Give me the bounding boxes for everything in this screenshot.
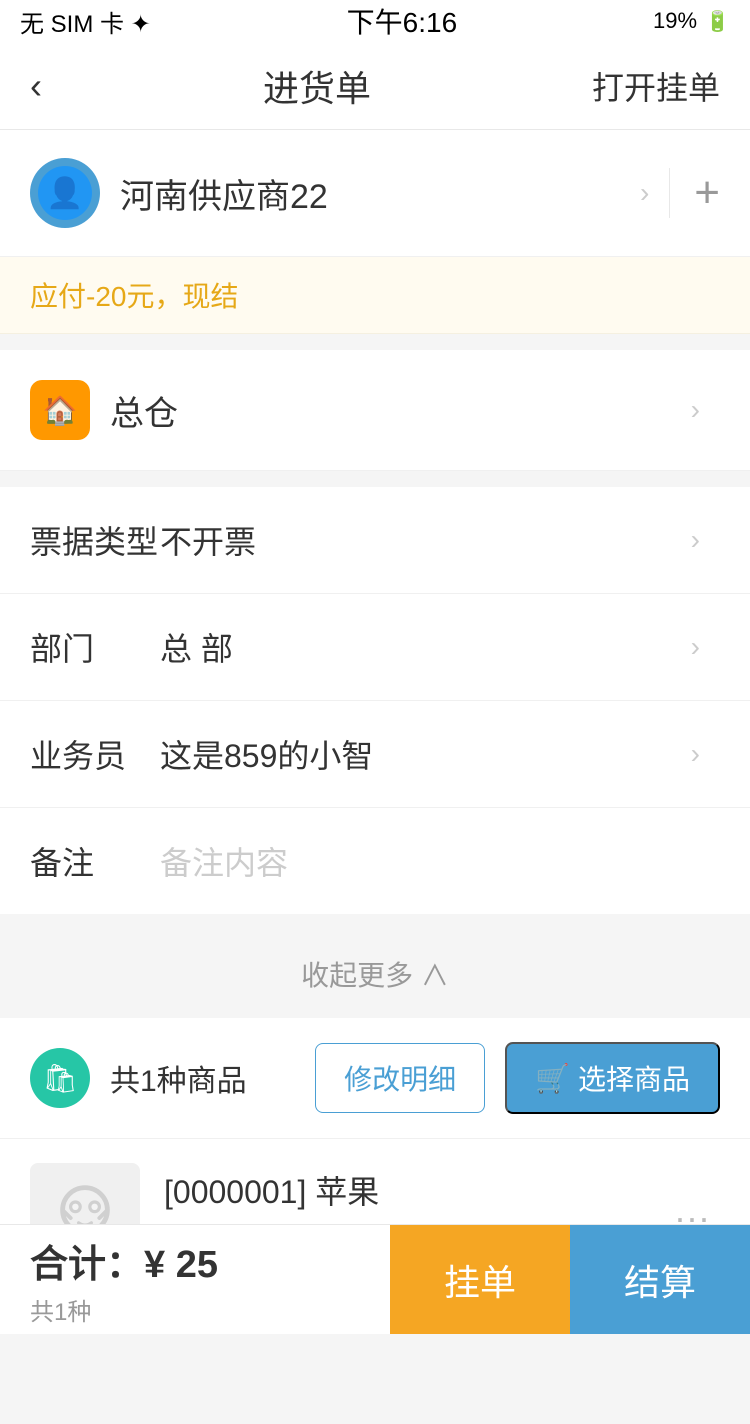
home-icon: 🏠 — [43, 394, 78, 427]
bottom-bar: 合计：¥ 25 共1种 挂单 结算 — [0, 1224, 750, 1334]
total-value: ¥ 25 — [144, 1244, 218, 1286]
chevron-right-icon: › — [691, 738, 700, 770]
salesperson-row[interactable]: 业务员 这是859的小智 › — [0, 701, 750, 808]
collapse-toggle[interactable]: 收起更多 ∧ — [0, 930, 750, 1018]
add-supplier-button[interactable]: + — [669, 168, 720, 218]
warehouse-name: 总仓 — [110, 386, 691, 435]
product-title: 苹果 — [315, 1174, 379, 1210]
total-count: 共1种 — [30, 1292, 360, 1327]
status-bar: 无 SIM 卡 ✦ 下午6:16 19% 🔋 — [0, 0, 750, 42]
page-title: 进货单 — [263, 60, 371, 112]
select-product-label: 选择商品 — [578, 1058, 690, 1098]
products-header: 🛍 共1种商品 修改明细 🛒 选择商品 — [0, 1018, 750, 1139]
battery-level: 19% — [653, 8, 697, 34]
select-product-button[interactable]: 🛒 选择商品 — [505, 1042, 720, 1114]
total-amount: 合计：¥ 25 — [30, 1233, 360, 1288]
supplier-avatar: 👤 — [30, 158, 100, 228]
product-code: [0000001] — [164, 1174, 306, 1210]
chevron-right-icon: › — [691, 394, 700, 426]
bottom-summary: 合计：¥ 25 共1种 — [0, 1225, 390, 1334]
warehouse-card: 🏠 总仓 › — [0, 350, 750, 471]
supplier-row[interactable]: 👤 河南供应商22 › + — [0, 130, 750, 257]
status-time: 下午6:16 — [347, 1, 458, 41]
department-value: 总 部 — [160, 624, 691, 670]
supplier-card: 👤 河南供应商22 › + 应付-20元，现结 — [0, 130, 750, 334]
invoice-type-label: 票据类型 — [30, 517, 160, 563]
remark-row[interactable]: 备注 备注内容 — [0, 808, 750, 914]
total-label: 合计： — [30, 1244, 144, 1286]
products-count: 共1种商品 — [110, 1056, 295, 1100]
form-card: 票据类型 不开票 › 部门 总 部 › 业务员 这是859的小智 › 备注 备注… — [0, 487, 750, 914]
product-name: [0000001] 苹果 — [164, 1167, 664, 1213]
avatar-person-icon: 👤 — [46, 176, 83, 211]
open-hang-button[interactable]: 打开挂单 — [592, 63, 720, 109]
chevron-right-icon: › — [640, 177, 649, 209]
invoice-type-row[interactable]: 票据类型 不开票 › — [0, 487, 750, 594]
invoice-type-value: 不开票 — [160, 517, 691, 563]
status-right: 19% 🔋 — [653, 8, 730, 34]
salesperson-label: 业务员 — [30, 731, 160, 777]
warehouse-icon: 🏠 — [30, 380, 90, 440]
products-icon: 🛍 — [30, 1048, 90, 1108]
supplier-name: 河南供应商22 — [120, 169, 640, 218]
battery-icon: 🔋 — [705, 9, 730, 34]
cart-icon: 🛒 — [535, 1062, 570, 1095]
department-label: 部门 — [30, 624, 160, 670]
remark-label: 备注 — [30, 838, 160, 884]
warehouse-row[interactable]: 🏠 总仓 › — [0, 350, 750, 471]
nav-bar: ‹ 进货单 打开挂单 — [0, 42, 750, 130]
remark-placeholder: 备注内容 — [160, 838, 720, 884]
back-button[interactable]: ‹ — [30, 65, 42, 107]
edit-detail-button[interactable]: 修改明细 — [315, 1043, 485, 1113]
checkout-button[interactable]: 结算 — [570, 1225, 750, 1334]
bag-icon: 🛍 — [42, 1062, 78, 1095]
chevron-right-icon: › — [691, 524, 700, 556]
status-left: 无 SIM 卡 ✦ — [20, 4, 151, 39]
department-row[interactable]: 部门 总 部 › — [0, 594, 750, 701]
chevron-right-icon: › — [691, 631, 700, 663]
hang-button[interactable]: 挂单 — [390, 1225, 570, 1334]
avatar-icon: 👤 — [38, 166, 92, 220]
salesperson-value: 这是859的小智 — [160, 731, 691, 777]
supplier-notice: 应付-20元，现结 — [0, 257, 750, 334]
sim-status: 无 SIM 卡 ✦ — [20, 4, 151, 39]
